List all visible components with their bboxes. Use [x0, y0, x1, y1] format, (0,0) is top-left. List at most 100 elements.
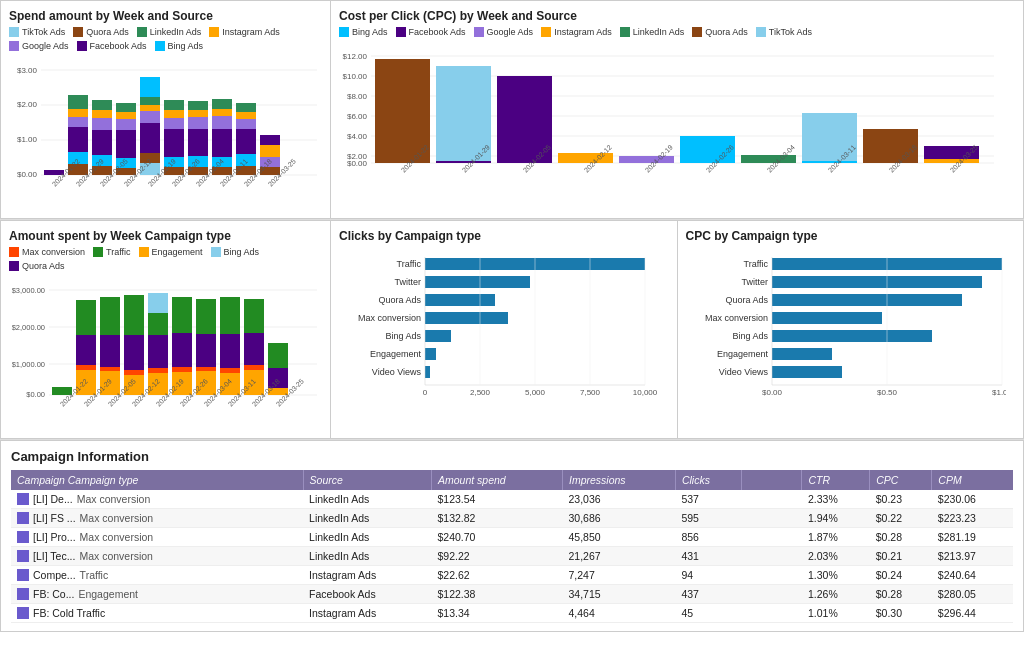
svg-text:Engagement: Engagement [716, 349, 768, 359]
cpm-cell: $213.97 [932, 547, 1013, 566]
legend-instagram: Instagram Ads [209, 27, 280, 37]
svg-rect-139 [196, 299, 216, 334]
ctr-cell: 1.01% [802, 604, 870, 623]
svg-rect-59 [260, 145, 280, 157]
impressions-cell: 30,686 [562, 509, 675, 528]
campaign-name-cell: [LI] Pro... Max conversion [11, 528, 303, 547]
ctr-cell: 1.87% [802, 528, 870, 547]
svg-text:$0.00: $0.00 [26, 390, 45, 399]
col-spacer [742, 470, 802, 490]
svg-rect-40 [188, 101, 208, 110]
spacer-cell [742, 509, 802, 528]
svg-rect-29 [140, 105, 160, 111]
cpm-cell: $223.23 [932, 509, 1013, 528]
svg-text:$0.00: $0.00 [347, 159, 368, 168]
legend-linkedin: LinkedIn Ads [137, 27, 202, 37]
svg-text:$1.00: $1.00 [991, 388, 1005, 397]
campaign-info-section: Campaign Information Campaign Campaign t… [0, 440, 1024, 632]
svg-rect-37 [164, 129, 184, 157]
svg-rect-98 [924, 159, 979, 163]
instagram-color [209, 27, 219, 37]
campaign-name: FB: Cold Traffic [33, 607, 105, 619]
svg-rect-118 [76, 300, 96, 335]
svg-rect-137 [172, 367, 192, 372]
svg-rect-194 [772, 294, 962, 306]
svg-rect-151 [268, 343, 288, 368]
svg-rect-141 [196, 367, 216, 371]
campaign-type: Max conversion [79, 550, 153, 562]
svg-text:$12.00: $12.00 [343, 52, 368, 61]
svg-rect-135 [172, 297, 192, 333]
svg-rect-177 [425, 366, 430, 378]
svg-text:$0.50: $0.50 [876, 388, 897, 397]
spacer-cell [742, 528, 802, 547]
legend-linkedin2: LinkedIn Ads [620, 27, 685, 37]
svg-rect-55 [236, 129, 256, 154]
impressions-cell: 7,247 [562, 566, 675, 585]
svg-rect-18 [92, 130, 112, 155]
svg-rect-198 [772, 330, 932, 342]
linkedin-color [137, 27, 147, 37]
amount-cell: $22.62 [431, 566, 562, 585]
svg-rect-122 [100, 297, 120, 335]
legend-tiktok2: TikTok Ads [756, 27, 812, 37]
svg-rect-35 [164, 110, 184, 118]
campaign-type: Max conversion [80, 512, 154, 524]
svg-rect-53 [236, 112, 256, 119]
svg-rect-21 [116, 103, 136, 112]
cpc-campaign-svg: Traffic Twitter Quora Ads Max conversion… [686, 247, 1006, 432]
legend-facebook2: Facebook Ads [396, 27, 466, 37]
campaign-name: [LI] Tec... [33, 550, 75, 562]
google-color [9, 41, 19, 51]
svg-rect-119 [76, 335, 96, 365]
svg-text:$8.00: $8.00 [347, 92, 368, 101]
clicks-cell: 437 [675, 585, 742, 604]
campaign-name-cell: [LI] FS ... Max conversion [11, 509, 303, 528]
svg-text:$0.00: $0.00 [761, 388, 782, 397]
svg-text:Engagement: Engagement [370, 349, 422, 359]
svg-rect-143 [220, 297, 240, 334]
svg-rect-124 [100, 367, 120, 371]
col-cpc: CPC [870, 470, 932, 490]
svg-rect-127 [124, 335, 144, 370]
legend-quora: Quora Ads [73, 27, 129, 37]
campaign-name: [LI] FS ... [33, 512, 76, 524]
col-source: Source [303, 470, 431, 490]
svg-text:Traffic: Traffic [743, 259, 768, 269]
cpc-cell: $0.23 [870, 490, 932, 509]
campaign-name: [LI] De... [33, 493, 73, 505]
svg-text:$2.00: $2.00 [17, 100, 38, 109]
svg-text:Video Views: Video Views [372, 367, 422, 377]
svg-text:Twitter: Twitter [394, 277, 421, 287]
svg-rect-24 [116, 130, 136, 158]
svg-text:Bing Ads: Bing Ads [732, 331, 768, 341]
svg-rect-46 [212, 99, 232, 109]
svg-text:Twitter: Twitter [741, 277, 768, 287]
svg-text:7,500: 7,500 [580, 388, 601, 397]
table-row: FB: Cold Traffic Instagram Ads$13.344,46… [11, 604, 1013, 623]
campaign-type: Engagement [78, 588, 138, 600]
svg-rect-88 [436, 161, 491, 163]
amount-cell: $122.38 [431, 585, 562, 604]
legend-bing2: Bing Ads [339, 27, 388, 37]
svg-text:$1,000.00: $1,000.00 [12, 360, 45, 369]
svg-text:10,000: 10,000 [633, 388, 658, 397]
col-amount: Amount spend [431, 470, 562, 490]
col-clicks: Clicks [675, 470, 742, 490]
svg-rect-133 [148, 368, 168, 373]
amount-cell: $13.34 [431, 604, 562, 623]
cpc-by-week-title: Cost per Click (CPC) by Week and Source [339, 9, 1015, 23]
svg-rect-202 [772, 366, 842, 378]
svg-rect-27 [140, 77, 160, 97]
campaign-name: [LI] Pro... [33, 531, 76, 543]
amount-cell: $240.70 [431, 528, 562, 547]
impressions-cell: 45,850 [562, 528, 675, 547]
svg-rect-36 [164, 118, 184, 129]
svg-rect-47 [212, 109, 232, 116]
col-campaign: Campaign Campaign type [11, 470, 303, 490]
cpc-by-week-chart: Cost per Click (CPC) by Week and Source … [330, 0, 1024, 219]
svg-text:Max conversion: Max conversion [358, 313, 421, 323]
campaign-name-cell: FB: Cold Traffic [11, 604, 303, 623]
spend-svg: $3.00 $2.00 $1.00 $0.00 [9, 55, 319, 200]
spend-legend: TikTok Ads Quora Ads LinkedIn Ads Instag… [9, 27, 322, 51]
